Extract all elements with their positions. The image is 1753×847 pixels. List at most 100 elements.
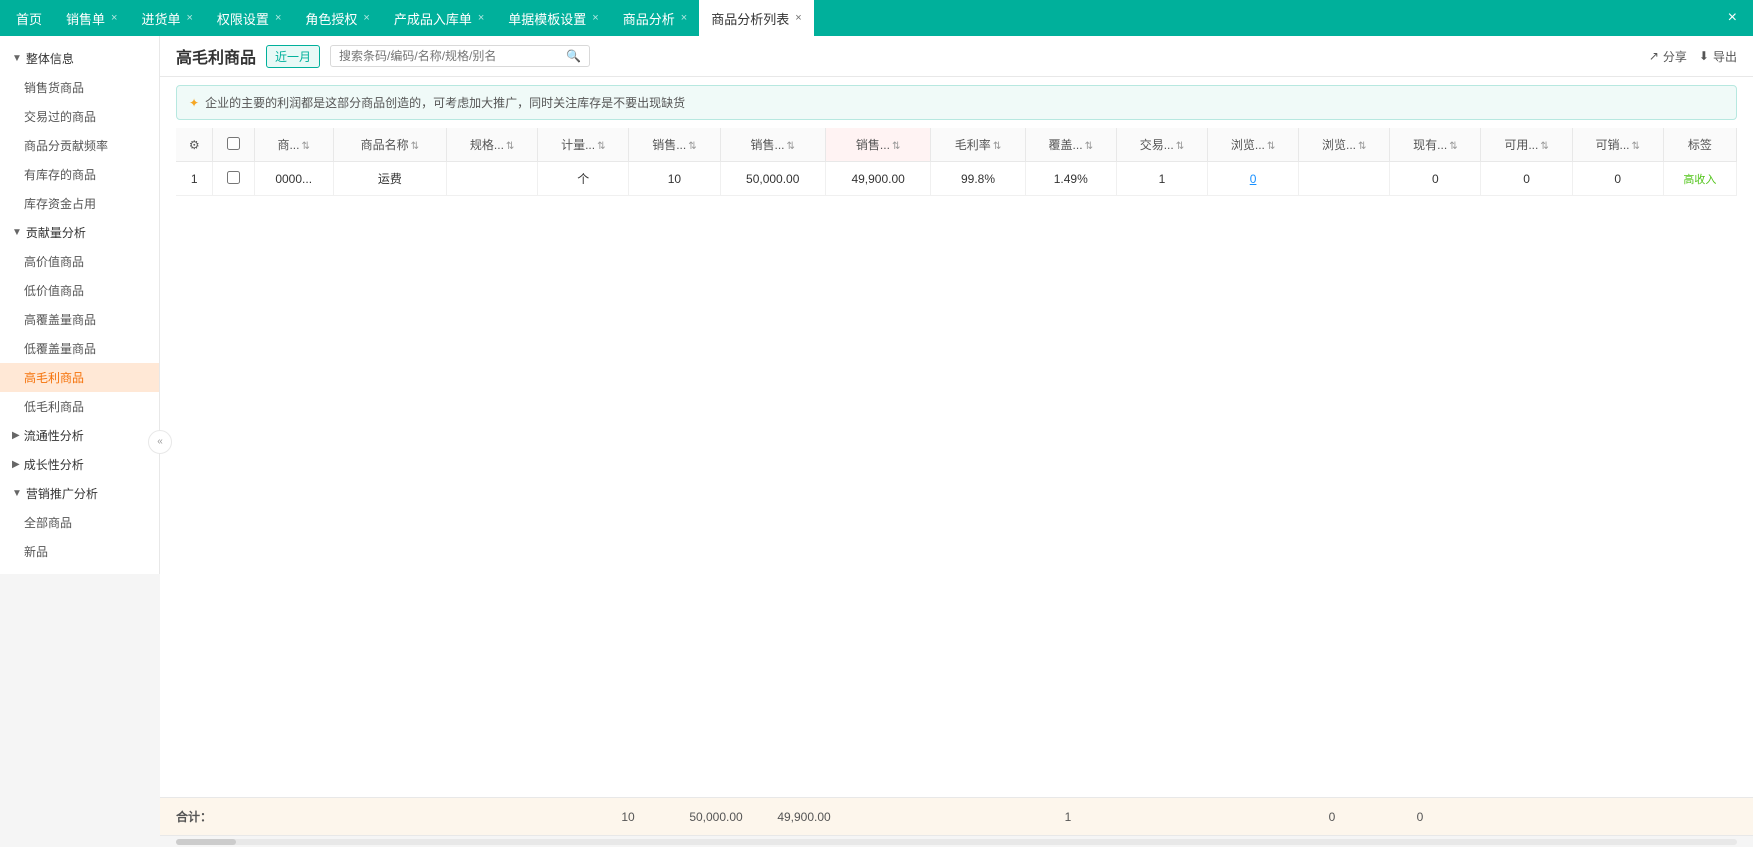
- sidebar-item-contribution-rate[interactable]: 商品分贡献频率: [0, 131, 159, 160]
- sidebar-item-low-coverage[interactable]: 低覆盖量商品: [0, 334, 159, 363]
- sort-icon-5: ⇅: [688, 141, 696, 152]
- arrow-icon-4: ▶: [12, 459, 20, 470]
- sidebar-item-stock-capital[interactable]: 库存资金占用: [0, 189, 159, 218]
- sidebar-item-new-goods[interactable]: 新品: [0, 537, 159, 566]
- col-name[interactable]: 商品名称⇅: [333, 128, 446, 162]
- sidebar-item-in-stock[interactable]: 有库存的商品: [0, 160, 159, 189]
- tab-stock-in[interactable]: 产成品入库单 ×: [382, 0, 496, 36]
- sort-icon-6: ⇅: [787, 141, 795, 152]
- top-nav: 首页 销售单 × 进货单 × 权限设置 × 角色授权 × 产成品入库单 × 单据…: [0, 0, 1753, 36]
- tab-sales[interactable]: 销售单 ×: [54, 0, 129, 36]
- sidebar-group-liquidity[interactable]: ▶ 流通性分析: [0, 421, 159, 450]
- arrow-icon-3: ▶: [12, 430, 20, 441]
- col-spec[interactable]: 规格...⇅: [447, 128, 538, 162]
- tab-analysis[interactable]: 商品分析 ×: [611, 0, 699, 36]
- col-gross-rate[interactable]: 毛利率⇅: [931, 128, 1025, 162]
- filter-button[interactable]: 近一月: [266, 45, 320, 68]
- close-tab-permissions[interactable]: ×: [275, 12, 281, 24]
- sort-icon-11: ⇅: [1267, 141, 1275, 152]
- row-checkbox[interactable]: [227, 171, 240, 184]
- search-box: 🔍: [330, 45, 590, 67]
- select-all-checkbox[interactable]: [227, 137, 240, 150]
- export-button[interactable]: ⬇ 导出: [1699, 48, 1737, 65]
- sidebar-group-growth[interactable]: ▶ 成长性分析: [0, 450, 159, 479]
- col-browse1[interactable]: 浏览...⇅: [1207, 128, 1298, 162]
- close-tab-template[interactable]: ×: [592, 12, 598, 24]
- cell-checkbox[interactable]: [213, 162, 254, 196]
- table-container[interactable]: ⚙ 商...⇅ 商品名称⇅ 规格...⇅ 计量...⇅ 销售...⇅ 销售...…: [160, 128, 1753, 797]
- col-trade-count[interactable]: 交易...⇅: [1116, 128, 1207, 162]
- info-banner: ✦ 企业的主要的利润都是这部分商品创造的，可考虑加大推广，同时关注库存是不要出现…: [176, 85, 1737, 120]
- col-sales-amt2[interactable]: 销售...⇅: [825, 128, 930, 162]
- footer-sales-amt: 50,000.00: [676, 810, 756, 824]
- col-settings[interactable]: ⚙: [176, 128, 213, 162]
- footer-label: 合计：: [176, 808, 212, 825]
- share-button[interactable]: ↗ 分享: [1649, 48, 1687, 65]
- close-tab-analysis[interactable]: ×: [681, 12, 687, 24]
- col-stock3[interactable]: 可销...⇅: [1572, 128, 1663, 162]
- sidebar-collapse-button[interactable]: «: [148, 430, 172, 454]
- sidebar-item-traded-goods[interactable]: 交易过的商品: [0, 102, 159, 131]
- sidebar-item-sales-goods[interactable]: 销售货商品: [0, 73, 159, 102]
- cell-browse1[interactable]: 0: [1207, 162, 1298, 196]
- close-tab-analysis-list[interactable]: ×: [795, 12, 801, 24]
- sidebar-wrapper: ▼ 整体信息 销售货商品 交易过的商品 商品分贡献频率 有库存的商品 库存资金占…: [0, 36, 160, 847]
- arrow-icon-2: ▼: [12, 227, 22, 238]
- sort-icon-15: ⇅: [1632, 141, 1640, 152]
- col-coverage[interactable]: 覆盖...⇅: [1025, 128, 1116, 162]
- tab-template[interactable]: 单据模板设置 ×: [496, 0, 610, 36]
- cell-code: 0000...: [254, 162, 333, 196]
- share-icon: ↗: [1649, 49, 1659, 63]
- cell-name: 运费: [333, 162, 446, 196]
- sidebar-item-high-value[interactable]: 高价值商品: [0, 247, 159, 276]
- cell-tag: 高收入: [1663, 162, 1736, 196]
- search-input[interactable]: [339, 49, 566, 63]
- sort-icon-3: ⇅: [506, 141, 514, 152]
- scrollbar-track[interactable]: [176, 839, 1737, 845]
- col-tag[interactable]: 标签: [1663, 128, 1736, 162]
- window-close-button[interactable]: ×: [1716, 9, 1749, 27]
- tab-purchase[interactable]: 进货单 ×: [129, 0, 204, 36]
- sort-icon-14: ⇅: [1540, 141, 1548, 152]
- sidebar-group-marketing[interactable]: ▼ 营销推广分析: [0, 479, 159, 508]
- col-sales-qty[interactable]: 销售...⇅: [629, 128, 720, 162]
- footer-trade-count: 1: [1028, 810, 1108, 824]
- sort-icon-7: ⇅: [892, 141, 900, 152]
- table-row: 1 0000... 运费 个 10 50,000.00 49,900.00 99…: [176, 162, 1737, 196]
- tab-roles[interactable]: 角色授权 ×: [293, 0, 381, 36]
- sidebar-item-high-margin[interactable]: 高毛利商品: [0, 363, 159, 392]
- horizontal-scrollbar[interactable]: [160, 835, 1753, 847]
- sidebar-group-overall[interactable]: ▼ 整体信息: [0, 44, 159, 73]
- col-browse2[interactable]: 浏览...⇅: [1299, 128, 1390, 162]
- cell-no: 1: [176, 162, 213, 196]
- cell-sales-amt2: 49,900.00: [825, 162, 930, 196]
- sort-icon-9: ⇅: [1085, 141, 1093, 152]
- footer-stock2: 0: [1380, 810, 1460, 824]
- sidebar-item-low-margin[interactable]: 低毛利商品: [0, 392, 159, 421]
- col-unit[interactable]: 计量...⇅: [538, 128, 629, 162]
- close-tab-sales[interactable]: ×: [111, 12, 117, 24]
- tab-analysis-list[interactable]: 商品分析列表 ×: [699, 0, 813, 36]
- col-code[interactable]: 商...⇅: [254, 128, 333, 162]
- search-icon[interactable]: 🔍: [566, 49, 581, 63]
- arrow-icon-5: ▼: [12, 488, 22, 499]
- col-stock2[interactable]: 可用...⇅: [1481, 128, 1572, 162]
- info-icon: ✦: [189, 96, 199, 110]
- close-tab-stock-in[interactable]: ×: [478, 12, 484, 24]
- footer-stock1: 0: [1292, 810, 1372, 824]
- col-stock1[interactable]: 现有...⇅: [1390, 128, 1481, 162]
- scrollbar-thumb[interactable]: [176, 839, 236, 845]
- close-tab-purchase[interactable]: ×: [186, 12, 192, 24]
- close-tab-roles[interactable]: ×: [363, 12, 369, 24]
- cell-coverage: 1.49%: [1025, 162, 1116, 196]
- tab-permissions[interactable]: 权限设置 ×: [205, 0, 293, 36]
- sidebar-item-high-coverage[interactable]: 高覆盖量商品: [0, 305, 159, 334]
- col-sales-amt1[interactable]: 销售...⇅: [720, 128, 825, 162]
- col-checkbox[interactable]: [213, 128, 254, 162]
- sidebar-group-contribution[interactable]: ▼ 贡献量分析: [0, 218, 159, 247]
- tab-home[interactable]: 首页: [4, 0, 54, 36]
- sidebar-item-low-value[interactable]: 低价值商品: [0, 276, 159, 305]
- sort-icon-4: ⇅: [597, 141, 605, 152]
- main-content: 高毛利商品 近一月 🔍 ↗ 分享 ⬇ 导出 ✦ 企业的主要的利润都是这部分商品创…: [160, 36, 1753, 847]
- sidebar-item-all-goods[interactable]: 全部商品: [0, 508, 159, 537]
